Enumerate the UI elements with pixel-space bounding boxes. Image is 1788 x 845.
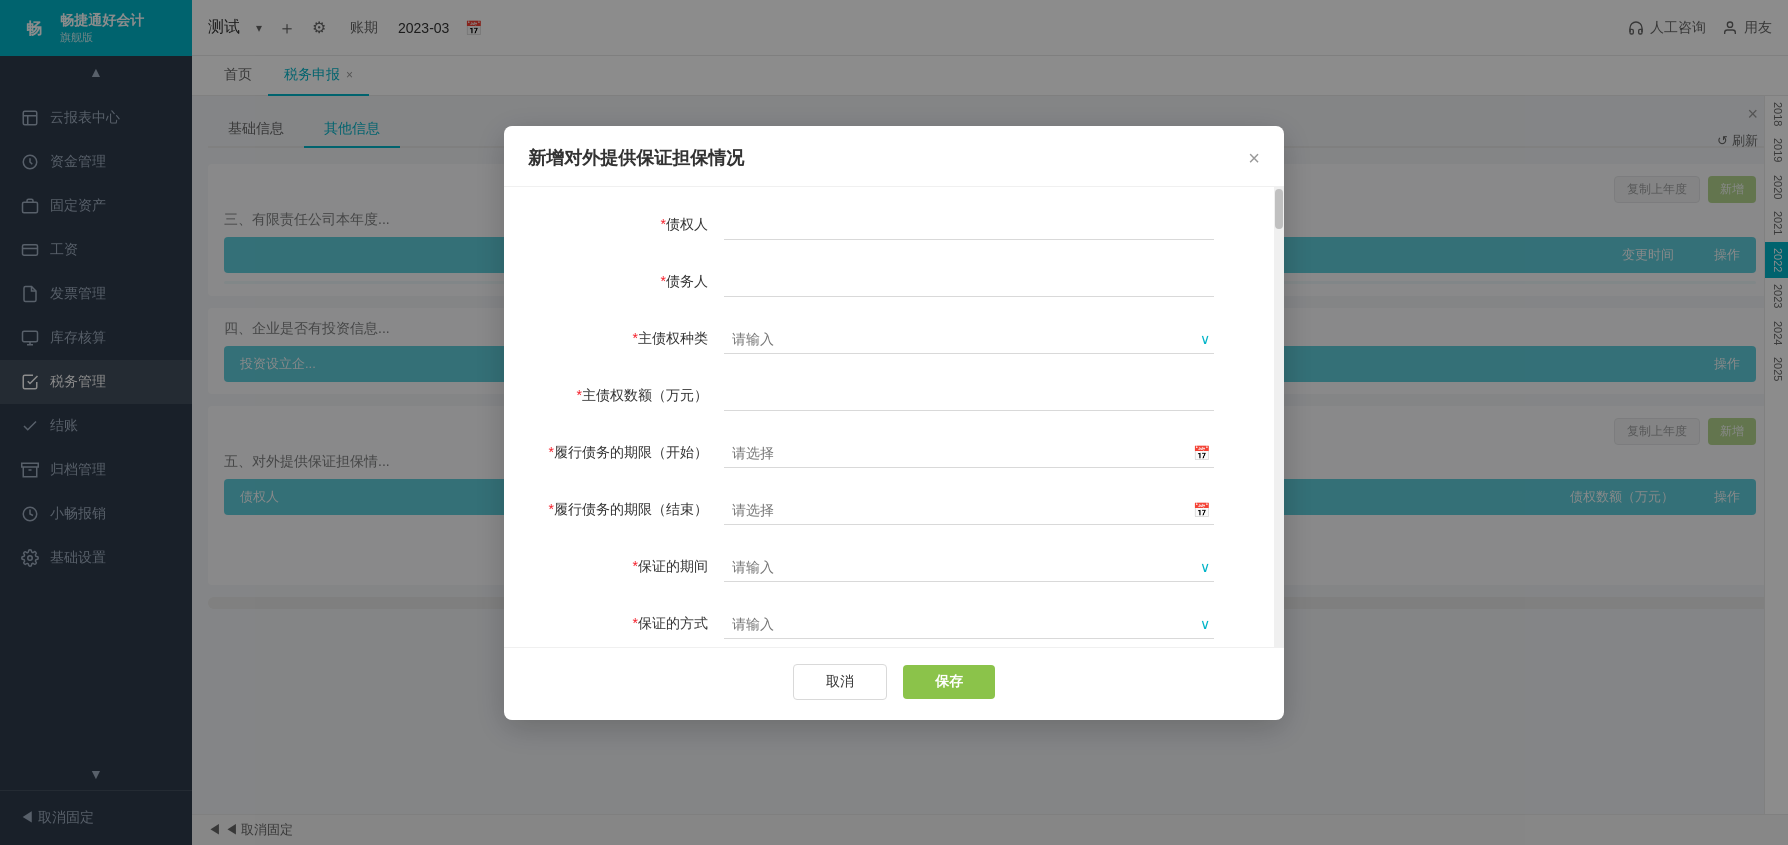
save-button[interactable]: 保存 xyxy=(903,665,995,699)
modal-title: 新增对外提供保证担保情况 xyxy=(528,146,744,170)
input-debtor[interactable] xyxy=(724,268,1214,297)
select-debt-type[interactable] xyxy=(724,325,1200,353)
modal-scrollbar-thumb[interactable] xyxy=(1275,189,1283,229)
date-wrap-end: 📅 xyxy=(724,496,1214,525)
chevron-guarantee-period-icon[interactable]: ∨ xyxy=(1200,559,1214,575)
chevron-guarantee-method-icon[interactable]: ∨ xyxy=(1200,616,1214,632)
modal-overlay: 新增对外提供保证担保情况 × *债权人 *债务人 xyxy=(0,0,1788,845)
modal: 新增对外提供保证担保情况 × *债权人 *债务人 xyxy=(504,126,1284,720)
select-guarantee-period[interactable] xyxy=(724,553,1200,581)
date-wrap-start: 📅 xyxy=(724,439,1214,468)
chevron-debt-type-icon[interactable]: ∨ xyxy=(1200,331,1214,347)
calendar-end-icon[interactable]: 📅 xyxy=(1193,502,1214,518)
form-row-guarantee-method: *保证的方式 ∨ xyxy=(544,610,1214,639)
label-debtor: *债务人 xyxy=(544,273,724,291)
form-row-debt-type: *主债权种类 ∨ xyxy=(544,325,1214,354)
input-debt-amount[interactable] xyxy=(724,382,1214,411)
form-row-start-date: *履行债务的期限（开始） 📅 xyxy=(544,439,1214,468)
label-debt-amount: *主债权数额（万元） xyxy=(544,387,724,405)
input-start-date[interactable] xyxy=(724,439,1193,467)
label-creditor: *债权人 xyxy=(544,216,724,234)
form-row-guarantee-period: *保证的期间 ∨ xyxy=(544,553,1214,582)
form-row-debtor: *债务人 xyxy=(544,268,1214,297)
input-end-date[interactable] xyxy=(724,496,1193,524)
select-wrap-guarantee-period: ∨ xyxy=(724,553,1214,582)
modal-header: 新增对外提供保证担保情况 × xyxy=(504,126,1284,187)
label-start-date: *履行债务的期限（开始） xyxy=(544,444,724,462)
label-guarantee-period: *保证的期间 xyxy=(544,558,724,576)
modal-scrollbar[interactable] xyxy=(1274,187,1284,647)
input-creditor[interactable] xyxy=(724,211,1214,240)
label-guarantee-method: *保证的方式 xyxy=(544,615,724,633)
cancel-button[interactable]: 取消 xyxy=(793,664,887,700)
modal-close-button[interactable]: × xyxy=(1248,148,1260,168)
calendar-start-icon[interactable]: 📅 xyxy=(1193,445,1214,461)
label-end-date: *履行债务的期限（结束） xyxy=(544,501,724,519)
form-row-end-date: *履行债务的期限（结束） 📅 xyxy=(544,496,1214,525)
select-wrap-guarantee-method: ∨ xyxy=(724,610,1214,639)
modal-scroll-body: *债权人 *债务人 *主债权种类 xyxy=(504,187,1274,647)
select-guarantee-method[interactable] xyxy=(724,610,1200,638)
form-row-creditor: *债权人 xyxy=(544,211,1214,240)
form-row-debt-amount: *主债权数额（万元） xyxy=(544,382,1214,411)
select-wrap-debt-type: ∨ xyxy=(724,325,1214,354)
label-debt-type: *主债权种类 xyxy=(544,330,724,348)
modal-footer: 取消 保存 xyxy=(504,647,1284,720)
